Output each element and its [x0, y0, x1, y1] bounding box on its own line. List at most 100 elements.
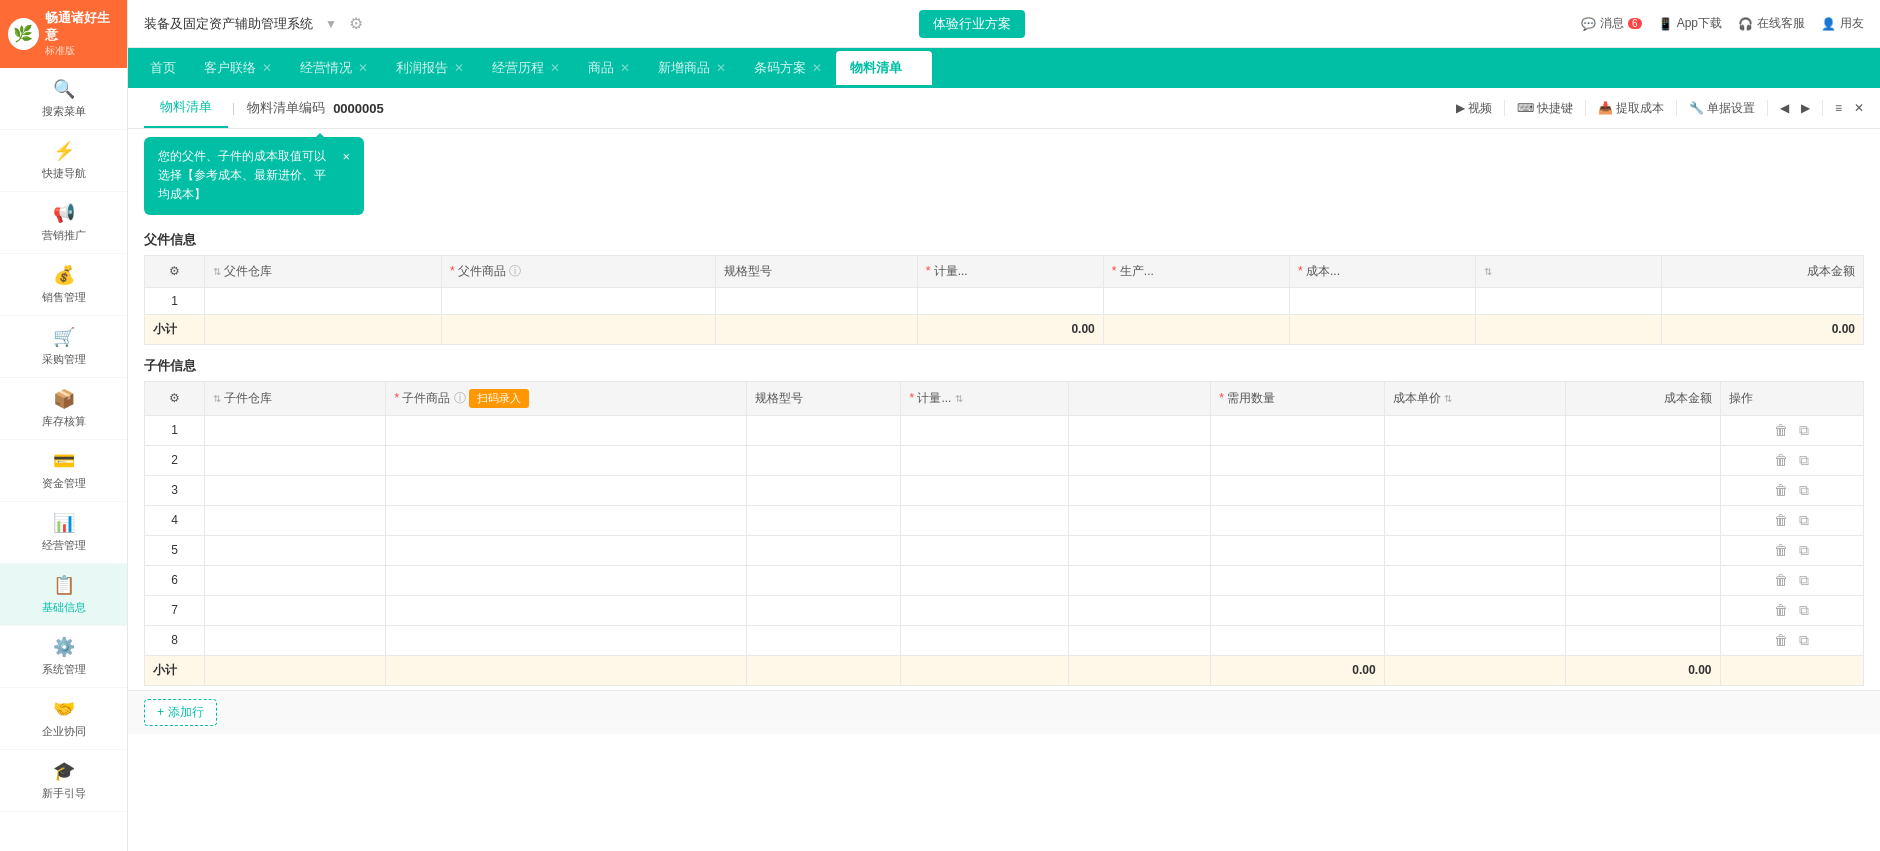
child-qty-2[interactable] — [1211, 445, 1385, 475]
parent-unit-1[interactable] — [917, 287, 1103, 314]
tab-4[interactable]: 经营历程✕ — [478, 51, 574, 85]
child-warehouse-2[interactable] — [205, 445, 386, 475]
parent-cost-1[interactable] — [1289, 287, 1475, 314]
delete-btn-7[interactable]: 🗑 — [1770, 600, 1792, 620]
sort-icon[interactable]: ⇅ — [213, 266, 221, 277]
child-unit-4[interactable] — [901, 505, 1068, 535]
tab-close-1[interactable]: ✕ — [262, 61, 272, 75]
message-item[interactable]: 💬 消息 6 — [1581, 15, 1642, 32]
child-product-3[interactable] — [386, 475, 746, 505]
next-btn[interactable]: ▶ — [1801, 101, 1810, 115]
tab-close-5[interactable]: ✕ — [620, 61, 630, 75]
tab-0[interactable]: 首页 — [136, 51, 190, 85]
shortcut-btn[interactable]: ⌨ 快捷键 — [1517, 100, 1573, 117]
child-spec-5[interactable] — [746, 535, 900, 565]
child-product-4[interactable] — [386, 505, 746, 535]
child-spec-3[interactable] — [746, 475, 900, 505]
child-warehouse-7[interactable] — [205, 595, 386, 625]
settings-icon[interactable]: ⚙ — [349, 14, 363, 33]
sub-tab-material-list[interactable]: 物料清单 — [144, 88, 228, 128]
copy-btn-4[interactable]: ⧉ — [1795, 510, 1813, 530]
child-qty-1[interactable] — [1211, 415, 1385, 445]
tab-close-6[interactable]: ✕ — [716, 61, 726, 75]
child-product-8[interactable] — [386, 625, 746, 655]
child-spec-7[interactable] — [746, 595, 900, 625]
child-product-5[interactable] — [386, 535, 746, 565]
extract-cost-btn[interactable]: 📥 提取成本 — [1598, 100, 1664, 117]
child-unit-cost-7[interactable] — [1384, 595, 1565, 625]
child-qty-3[interactable] — [1211, 475, 1385, 505]
child-unit-6[interactable] — [901, 565, 1068, 595]
child-unit-1[interactable] — [901, 415, 1068, 445]
child-warehouse-4[interactable] — [205, 505, 386, 535]
tooltip-close-btn[interactable]: × — [342, 147, 350, 168]
child-unit-8[interactable] — [901, 625, 1068, 655]
child-unit-cost-3[interactable] — [1384, 475, 1565, 505]
voucher-settings-btn[interactable]: 🔧 单据设置 — [1689, 100, 1755, 117]
tab-3[interactable]: 利润报告✕ — [382, 51, 478, 85]
child-unit-cost-4[interactable] — [1384, 505, 1565, 535]
copy-btn-2[interactable]: ⧉ — [1795, 450, 1813, 470]
delete-btn-1[interactable]: 🗑 — [1770, 420, 1792, 440]
sidebar-item-cooperation[interactable]: 🤝企业协同 — [0, 688, 127, 750]
child-spec-8[interactable] — [746, 625, 900, 655]
video-btn[interactable]: ▶ 视频 — [1456, 100, 1492, 117]
child-warehouse-1[interactable] — [205, 415, 386, 445]
list-view-btn[interactable]: ≡ — [1835, 101, 1842, 115]
child-unit-cost-8[interactable] — [1384, 625, 1565, 655]
sidebar-item-quick-nav[interactable]: ⚡快捷导航 — [0, 130, 127, 192]
tab-close-3[interactable]: ✕ — [454, 61, 464, 75]
child-unit-cost-1[interactable] — [1384, 415, 1565, 445]
sidebar-item-operations[interactable]: 📊经营管理 — [0, 502, 127, 564]
delete-btn-3[interactable]: 🗑 — [1770, 480, 1792, 500]
tab-close-7[interactable]: ✕ — [812, 61, 822, 75]
app-download-item[interactable]: 📱 App下载 — [1658, 15, 1722, 32]
sidebar-item-guide[interactable]: 🎓新手引导 — [0, 750, 127, 812]
child-product-2[interactable] — [386, 445, 746, 475]
child-qty-4[interactable] — [1211, 505, 1385, 535]
child-qty-5[interactable] — [1211, 535, 1385, 565]
child-spec-4[interactable] — [746, 505, 900, 535]
child-unit-2[interactable] — [901, 445, 1068, 475]
close-content-btn[interactable]: ✕ — [1854, 101, 1864, 115]
delete-btn-5[interactable]: 🗑 — [1770, 540, 1792, 560]
child-unit-cost-6[interactable] — [1384, 565, 1565, 595]
parent-production-1[interactable] — [1103, 287, 1289, 314]
child-spec-6[interactable] — [746, 565, 900, 595]
tab-7[interactable]: 条码方案✕ — [740, 51, 836, 85]
tab-5[interactable]: 商品✕ — [574, 51, 644, 85]
sidebar-item-inventory[interactable]: 📦库存核算 — [0, 378, 127, 440]
tab-1[interactable]: 客户联络✕ — [190, 51, 286, 85]
child-unit-cost-5[interactable] — [1384, 535, 1565, 565]
sidebar-item-system[interactable]: ⚙️系统管理 — [0, 626, 127, 688]
sidebar-item-basic-info[interactable]: 📋基础信息 — [0, 564, 127, 626]
sidebar-item-search[interactable]: 🔍搜索菜单 — [0, 68, 127, 130]
child-spec-2[interactable] — [746, 445, 900, 475]
child-unit-5[interactable] — [901, 535, 1068, 565]
child-warehouse-6[interactable] — [205, 565, 386, 595]
sidebar-item-sales[interactable]: 💰销售管理 — [0, 254, 127, 316]
child-warehouse-8[interactable] — [205, 625, 386, 655]
copy-btn-8[interactable]: ⧉ — [1795, 630, 1813, 650]
child-spec-1[interactable] — [746, 415, 900, 445]
copy-btn-6[interactable]: ⧉ — [1795, 570, 1813, 590]
child-warehouse-3[interactable] — [205, 475, 386, 505]
sidebar-item-finance[interactable]: 💳资金管理 — [0, 440, 127, 502]
prev-btn[interactable]: ◀ — [1780, 101, 1789, 115]
delete-btn-2[interactable]: 🗑 — [1770, 450, 1792, 470]
child-qty-8[interactable] — [1211, 625, 1385, 655]
dropdown-icon[interactable]: ▼ — [325, 17, 337, 31]
parent-spec-1[interactable] — [715, 287, 917, 314]
tab-close-8[interactable]: ✕ — [908, 61, 918, 75]
copy-btn-5[interactable]: ⧉ — [1795, 540, 1813, 560]
parent-product-1[interactable] — [441, 287, 715, 314]
delete-btn-4[interactable]: 🗑 — [1770, 510, 1792, 530]
th-gear[interactable]: ⚙ — [145, 255, 205, 287]
tab-2[interactable]: 经营情况✕ — [286, 51, 382, 85]
trial-button[interactable]: 体验行业方案 — [919, 10, 1025, 38]
copy-btn-1[interactable]: ⧉ — [1795, 420, 1813, 440]
child-unit-cost-2[interactable] — [1384, 445, 1565, 475]
tab-close-2[interactable]: ✕ — [358, 61, 368, 75]
sidebar-item-marketing[interactable]: 📢营销推广 — [0, 192, 127, 254]
child-qty-7[interactable] — [1211, 595, 1385, 625]
